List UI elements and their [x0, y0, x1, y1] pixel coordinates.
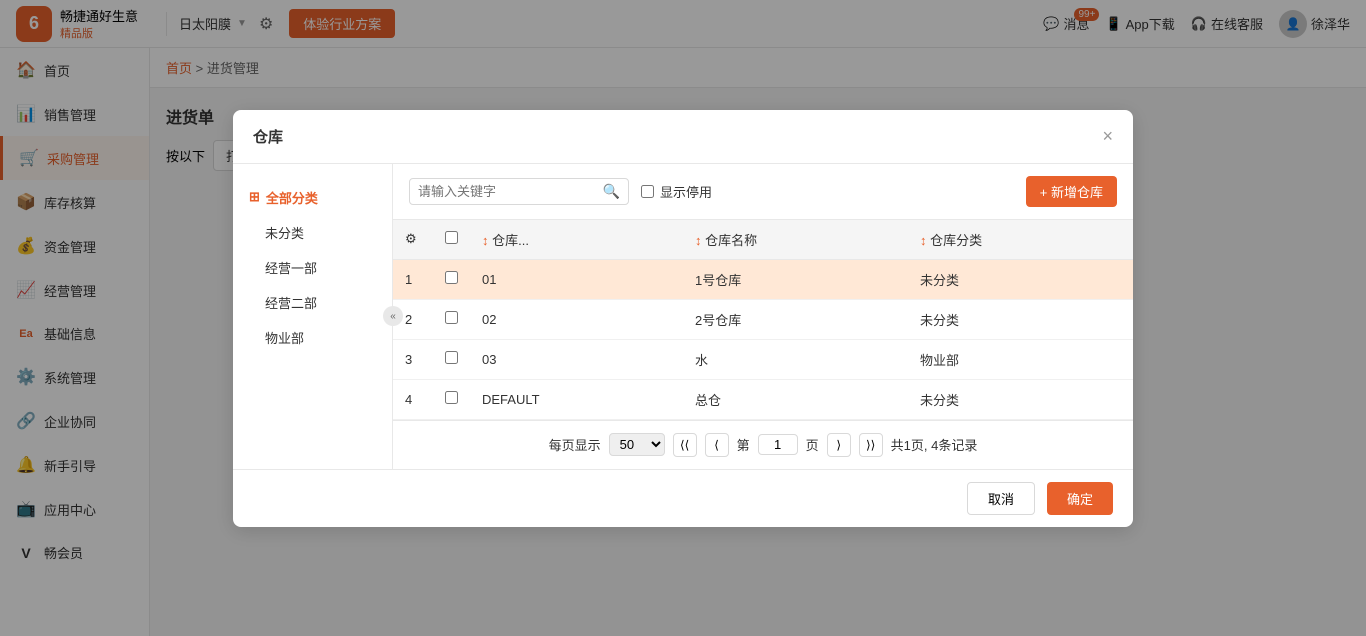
all-category-label: 全部分类 — [266, 188, 318, 207]
col-name: ↕ 仓库名称 — [683, 220, 908, 260]
row-category: 未分类 — [908, 259, 1133, 299]
modal-title: 仓库 — [253, 126, 283, 147]
show-disabled-checkbox[interactable] — [641, 185, 654, 198]
search-input[interactable] — [418, 184, 603, 199]
prev-page-button[interactable]: ⟨ — [705, 433, 729, 457]
modal-overlay[interactable]: 仓库 × ⊞ 全部分类 未分类 经营一部 经营二部 物业部 « — [0, 0, 1366, 636]
modal-footer: 取消 确定 — [233, 469, 1133, 527]
modal-sidebar-dept1[interactable]: 经营一部 — [233, 250, 392, 285]
row-checkbox[interactable] — [433, 299, 470, 339]
modal-body: ⊞ 全部分类 未分类 经营一部 经营二部 物业部 « 🔍 — [233, 164, 1133, 469]
col-category: ↕ 仓库分类 — [908, 220, 1133, 260]
row-code: DEFAULT — [470, 379, 683, 419]
page-label: 第 — [737, 435, 750, 454]
row-checkbox[interactable] — [433, 259, 470, 299]
page-input[interactable] — [758, 434, 798, 455]
per-page-label: 每页显示 — [549, 435, 601, 454]
row-code: 03 — [470, 339, 683, 379]
search-box: 🔍 — [409, 178, 629, 205]
table-row[interactable]: 1 01 1号仓库 未分类 — [393, 259, 1133, 299]
grid-icon: ⊞ — [249, 189, 260, 205]
row-category: 物业部 — [908, 339, 1133, 379]
col-gear: ⚙ — [393, 220, 433, 260]
col-code: ↕ 仓库... — [470, 220, 683, 260]
row-name: 1号仓库 — [683, 259, 908, 299]
sidebar-collapse-button[interactable]: « — [383, 306, 403, 326]
last-page-button[interactable]: ⟩⟩ — [859, 433, 883, 457]
show-disabled-label[interactable]: 显示停用 — [641, 182, 712, 201]
sort-icon: ↕ — [482, 233, 489, 248]
sort-name-icon: ↕ — [695, 233, 702, 248]
table-row[interactable]: 4 DEFAULT 总仓 未分类 — [393, 379, 1133, 419]
modal-toolbar: 🔍 显示停用 + 新增仓库 — [393, 164, 1133, 220]
search-icon[interactable]: 🔍 — [603, 183, 620, 200]
modal-header: 仓库 × — [233, 110, 1133, 164]
modal-all-category[interactable]: ⊞ 全部分类 — [233, 180, 392, 215]
row-no: 1 — [393, 259, 433, 299]
col-checkbox — [433, 220, 470, 260]
gear-icon: ⚙ — [405, 231, 417, 246]
total-label: 共1页, 4条记录 — [891, 435, 978, 454]
row-checkbox[interactable] — [433, 379, 470, 419]
confirm-button[interactable]: 确定 — [1047, 482, 1113, 515]
modal-content-area: 🔍 显示停用 + 新增仓库 ⚙ — [393, 164, 1133, 469]
per-page-select[interactable]: 50 100 200 — [609, 433, 665, 456]
modal-sidebar: ⊞ 全部分类 未分类 经营一部 经营二部 物业部 — [233, 164, 393, 469]
table-row[interactable]: 2 02 2号仓库 未分类 — [393, 299, 1133, 339]
show-disabled-text: 显示停用 — [660, 182, 712, 201]
select-all-checkbox[interactable] — [445, 231, 458, 244]
cancel-button[interactable]: 取消 — [967, 482, 1035, 515]
row-category: 未分类 — [908, 379, 1133, 419]
modal-sidebar-uncategorized[interactable]: 未分类 — [233, 215, 392, 250]
row-checkbox[interactable] — [433, 339, 470, 379]
sort-cat-icon: ↕ — [920, 233, 927, 248]
modal-sidebar-property[interactable]: 物业部 — [233, 320, 392, 355]
table-row[interactable]: 3 03 水 物业部 — [393, 339, 1133, 379]
add-warehouse-button[interactable]: + 新增仓库 — [1026, 176, 1117, 207]
modal-sidebar-dept2[interactable]: 经营二部 — [233, 285, 392, 320]
row-code: 01 — [470, 259, 683, 299]
row-name: 总仓 — [683, 379, 908, 419]
modal-close-button[interactable]: × — [1102, 126, 1113, 147]
pagination: 每页显示 50 100 200 ⟨⟨ ⟨ 第 页 ⟩ ⟩⟩ 共1页, 4条记录 — [393, 420, 1133, 469]
warehouse-table: ⚙ ↕ 仓库... ↕ 仓库名称 ↕ 仓库分类 — [393, 220, 1133, 420]
row-category: 未分类 — [908, 299, 1133, 339]
next-page-button[interactable]: ⟩ — [827, 433, 851, 457]
row-name: 2号仓库 — [683, 299, 908, 339]
row-no: 4 — [393, 379, 433, 419]
first-page-button[interactable]: ⟨⟨ — [673, 433, 697, 457]
page-unit: 页 — [806, 435, 819, 454]
warehouse-modal: 仓库 × ⊞ 全部分类 未分类 经营一部 经营二部 物业部 « — [233, 110, 1133, 527]
row-name: 水 — [683, 339, 908, 379]
row-code: 02 — [470, 299, 683, 339]
row-no: 3 — [393, 339, 433, 379]
